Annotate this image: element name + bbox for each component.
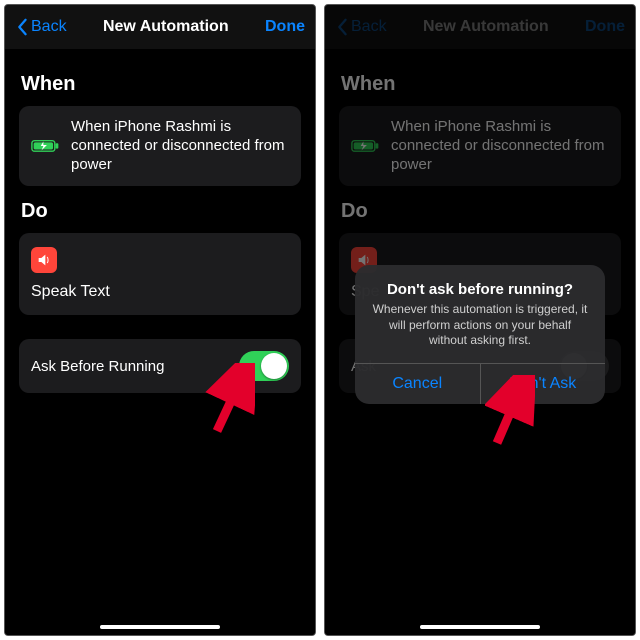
content-area: When When iPhone Rashmi is connected or …	[5, 49, 315, 635]
navbar: Back New Automation Done	[5, 5, 315, 49]
back-label: Back	[31, 18, 67, 36]
confirm-alert: Don't ask before running? Whenever this …	[355, 265, 605, 404]
back-button[interactable]: Back	[15, 18, 67, 36]
screenshot-left: Back New Automation Done When When iPhon…	[4, 4, 316, 636]
do-heading: Do	[21, 200, 301, 223]
home-indicator	[420, 625, 540, 629]
action-label: Speak Text	[31, 283, 110, 301]
screenshot-right: Back New Automation Done When When iPhon…	[324, 4, 636, 636]
alert-title: Don't ask before running?	[369, 281, 591, 298]
dont-ask-button[interactable]: Don't Ask	[480, 364, 606, 404]
ask-before-running-toggle[interactable]	[239, 351, 289, 381]
chevron-left-icon	[15, 18, 29, 36]
when-text: When iPhone Rashmi is connected or disco…	[71, 118, 289, 174]
when-heading: When	[21, 73, 301, 96]
alert-message: Whenever this automation is triggered, i…	[369, 302, 591, 349]
alert-body: Don't ask before running? Whenever this …	[355, 265, 605, 363]
done-button[interactable]: Done	[265, 18, 305, 36]
do-cell[interactable]: Speak Text	[19, 233, 301, 315]
battery-charging-icon	[31, 137, 61, 155]
alert-buttons: Cancel Don't Ask	[355, 363, 605, 404]
home-indicator	[100, 625, 220, 629]
nav-title: New Automation	[103, 18, 229, 36]
cancel-button[interactable]: Cancel	[355, 364, 480, 404]
toggle-label: Ask Before Running	[31, 358, 164, 375]
speaker-icon	[31, 247, 57, 273]
ask-before-running-row[interactable]: Ask Before Running	[19, 339, 301, 393]
when-cell[interactable]: When iPhone Rashmi is connected or disco…	[19, 106, 301, 186]
